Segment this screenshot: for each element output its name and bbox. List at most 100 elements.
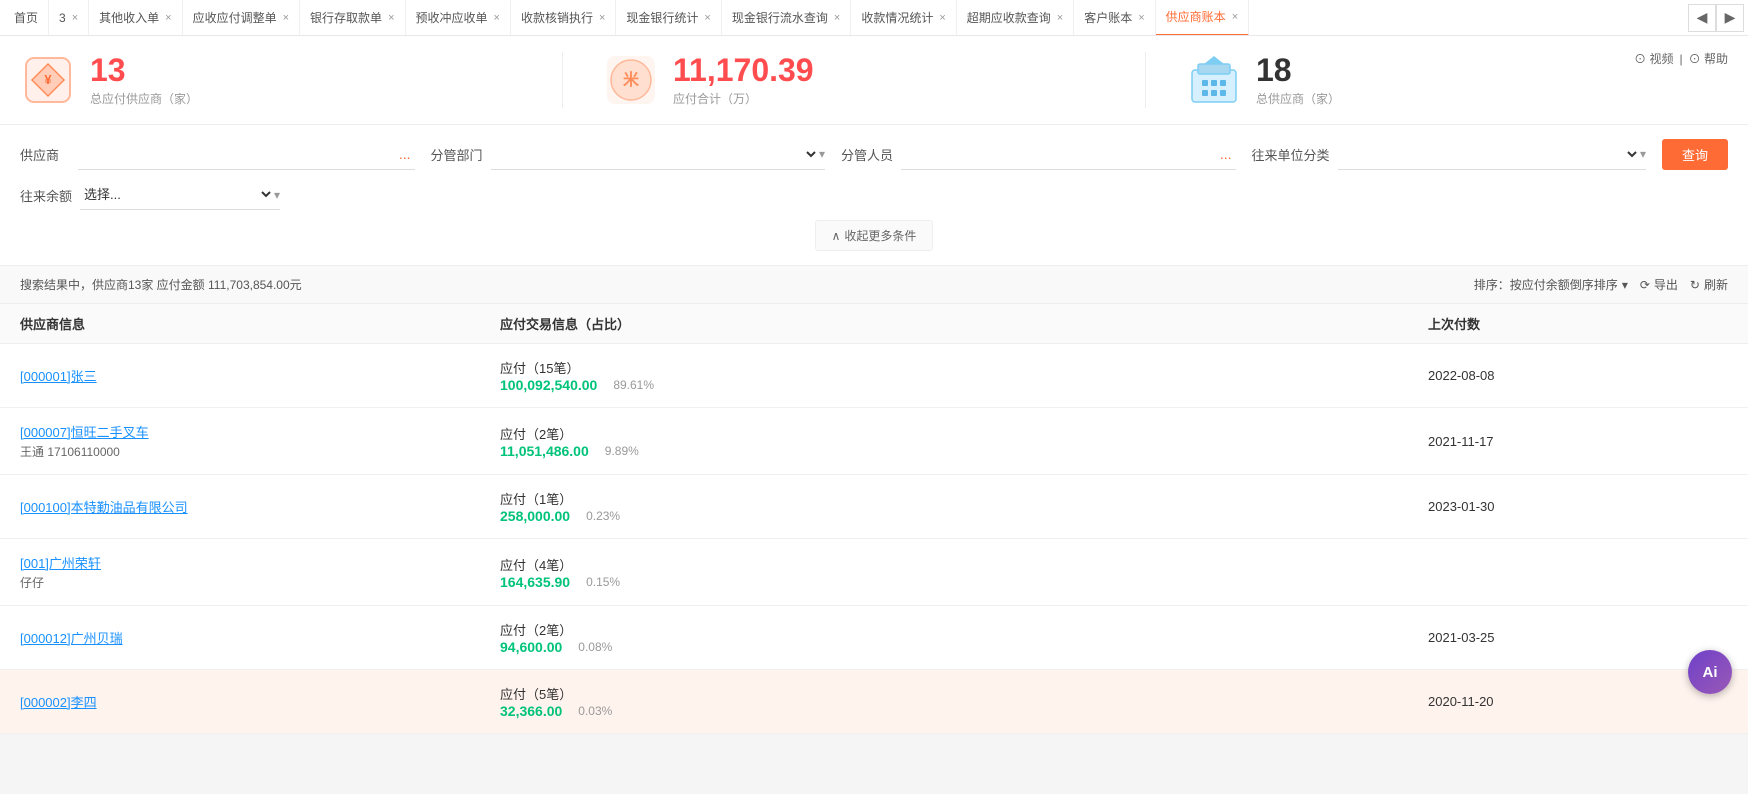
tx-label-2: 应付（2笔）: [500, 424, 1428, 443]
help-link[interactable]: ⊙ 帮助: [1689, 50, 1728, 67]
balance-select[interactable]: 选择...: [80, 186, 274, 203]
tx-label-6: 应付（5笔）: [500, 684, 1428, 703]
table-header: 供应商信息 应付交易信息（占比） 上次付数: [0, 304, 1748, 344]
filter-item-balance: 往来余额 选择... ▾: [20, 180, 280, 210]
supplier-info-6: [000002]李四: [20, 692, 500, 711]
supplier-input[interactable]: [78, 147, 395, 162]
close-icon[interactable]: ×: [704, 12, 710, 24]
tx-amount-1[interactable]: 100,092,540.00: [500, 377, 597, 393]
header-stats: ¥ 13 总应付供应商（家） 米 11,170.39 应付合计（万）: [0, 36, 1748, 125]
close-icon[interactable]: ×: [165, 12, 171, 24]
category-chevron-down-icon: ▾: [1640, 147, 1646, 161]
tx-row-4: 164,635.90 0.15%: [500, 574, 1428, 590]
separator: |: [1680, 52, 1683, 66]
nav-tab-bank-deposit[interactable]: 银行存取款单 ×: [300, 0, 405, 36]
nav-tab-cash-bank-flow[interactable]: 现金银行流水查询 ×: [722, 0, 851, 36]
tx-row-6: 32,366.00 0.03%: [500, 703, 1428, 719]
filter-item-dept: 分管部门 ▾: [431, 140, 826, 170]
filter-row-2: 往来余额 选择... ▾: [20, 180, 1728, 210]
nav-tab-prepay[interactable]: 预收冲应收单 ×: [406, 0, 511, 36]
category-select[interactable]: [1338, 146, 1640, 163]
tx-amount-4[interactable]: 164,635.90: [500, 574, 570, 590]
close-icon[interactable]: ×: [283, 12, 289, 24]
tx-amount-2[interactable]: 11,051,486.00: [500, 443, 589, 459]
supplier-input-wrap: ...: [78, 140, 415, 170]
tx-percent-6: 0.03%: [578, 704, 612, 718]
table-header-supplier: 供应商信息: [20, 314, 500, 333]
tx-info-5: 应付（2笔） 94,600.00 0.08%: [500, 620, 1428, 655]
nav-tab-collection-stats[interactable]: 收款情况统计 ×: [851, 0, 956, 36]
close-icon[interactable]: ×: [388, 12, 394, 24]
refresh-button[interactable]: ↻ 刷新: [1690, 276, 1728, 293]
tx-amount-5[interactable]: 94,600.00: [500, 639, 562, 655]
supplier-info-4: [001]广州荣轩 仔仔: [20, 553, 500, 591]
results-bar: 搜索结果中，供应商13家 应付金额 111,703,854.00元 排序：按应付…: [0, 266, 1748, 304]
ai-assistant-button[interactable]: Ai: [1688, 650, 1732, 694]
dept-select[interactable]: [491, 146, 819, 163]
nav-tab-other-income-label: 其他收入单: [99, 9, 159, 26]
supplier-info-5: [000012]广州贝瑞: [20, 628, 500, 647]
tx-amount-3[interactable]: 258,000.00: [500, 508, 570, 524]
tx-amount-6[interactable]: 32,366.00: [500, 703, 562, 719]
supplier-link-6[interactable]: [000002]李四: [20, 692, 500, 711]
tx-row-2: 11,051,486.00 9.89%: [500, 443, 1428, 459]
supplier-link-1[interactable]: [000001]张三: [20, 366, 500, 385]
tx-info-2: 应付（2笔） 11,051,486.00 9.89%: [500, 424, 1428, 459]
table-row: [000002]李四 应付（5笔） 32,366.00 0.03% 2020-1…: [0, 670, 1748, 734]
nav-tab-ar-ap-adjust[interactable]: 应收应付调整单 ×: [183, 0, 300, 36]
close-icon[interactable]: ×: [939, 12, 945, 24]
sort-button[interactable]: 排序：按应付余额倒序排序 ▾: [1474, 276, 1628, 293]
tx-percent-3: 0.23%: [586, 509, 620, 523]
query-button[interactable]: 查询: [1662, 139, 1728, 170]
supplier-link-5[interactable]: [000012]广州贝瑞: [20, 628, 500, 647]
collapse-button-label: 收起更多条件: [844, 227, 916, 244]
tx-label-3: 应付（1笔）: [500, 489, 1428, 508]
sort-area: 排序：按应付余额倒序排序 ▾ ⟳ 导出 ↻ 刷新: [1474, 276, 1728, 293]
video-link[interactable]: ⊙ 视频: [1634, 50, 1673, 67]
person-dots-icon[interactable]: ...: [1216, 146, 1236, 162]
nav-next-button[interactable]: ▶: [1716, 4, 1744, 32]
close-icon[interactable]: ×: [1057, 12, 1063, 24]
supplier-link-3[interactable]: [000100]本特勤油品有限公司: [20, 497, 500, 516]
last-pay-1: 2022-08-08: [1428, 368, 1728, 383]
dept-chevron-down-icon: ▾: [819, 147, 825, 161]
nav-tab-other-income[interactable]: 其他收入单 ×: [89, 0, 182, 36]
nav-tab-3-label: 3: [59, 11, 66, 25]
close-icon[interactable]: ×: [1138, 12, 1144, 24]
nav-tab-prepay-label: 预收冲应收单: [416, 9, 488, 26]
filter-item-category: 往来单位分类 ▾: [1252, 140, 1647, 170]
filter-row-1: 供应商 ... 分管部门 ▾ 分管人员 ...: [20, 139, 1728, 170]
supplier-info-2: [000007]恒旺二手叉车 王通 17106110000: [20, 422, 500, 460]
table-row: [000100]本特勤油品有限公司 应付（1笔） 258,000.00 0.23…: [0, 475, 1748, 539]
stat-label-total-suppliers: 总供应商（家）: [1256, 90, 1340, 107]
header-right-links: ⊙ 视频 | ⊙ 帮助: [1634, 50, 1728, 67]
table-row: [000001]张三 应付（15笔） 100,092,540.00 89.61%…: [0, 344, 1748, 408]
close-icon[interactable]: ×: [72, 12, 78, 24]
nav-prev-button[interactable]: ◀: [1688, 4, 1716, 32]
balance-filter-label: 往来余额: [20, 186, 72, 205]
nav-tab-collection-exec-label: 收款核销执行: [521, 9, 593, 26]
sort-chevron-down-icon: ▾: [1622, 278, 1628, 292]
supplier-link-4[interactable]: [001]广州荣轩: [20, 553, 500, 572]
person-input[interactable]: [901, 147, 1216, 162]
nav-tab-cash-bank-stats-label: 现金银行统计: [626, 9, 698, 26]
nav-tab-customer-ledger[interactable]: 客户账本 ×: [1074, 0, 1155, 36]
nav-tab-3[interactable]: 3 ×: [49, 0, 89, 36]
nav-tab-home[interactable]: 首页: [4, 0, 49, 36]
close-icon[interactable]: ×: [599, 12, 605, 24]
stat-info-total-suppliers: 18 总供应商（家）: [1256, 53, 1340, 107]
nav-tab-overdue-ar[interactable]: 超期应收款查询 ×: [957, 0, 1074, 36]
collapse-filter-button[interactable]: ∧ 收起更多条件: [815, 220, 934, 251]
supplier-payable-icon: ¥: [20, 52, 76, 108]
close-icon[interactable]: ×: [494, 12, 500, 24]
supplier-dots-icon[interactable]: ...: [395, 146, 415, 162]
nav-tab-supplier-ledger[interactable]: 供应商账本 ×: [1156, 0, 1249, 36]
nav-tab-home-label: 首页: [14, 9, 38, 26]
supplier-link-2[interactable]: [000007]恒旺二手叉车: [20, 422, 500, 441]
export-button[interactable]: ⟳ 导出: [1640, 276, 1678, 293]
nav-tab-cash-bank-stats[interactable]: 现金银行统计 ×: [616, 0, 721, 36]
tx-info-4: 应付（4笔） 164,635.90 0.15%: [500, 555, 1428, 590]
close-icon[interactable]: ×: [834, 12, 840, 24]
close-icon[interactable]: ×: [1232, 11, 1238, 23]
nav-tab-collection-exec[interactable]: 收款核销执行 ×: [511, 0, 616, 36]
